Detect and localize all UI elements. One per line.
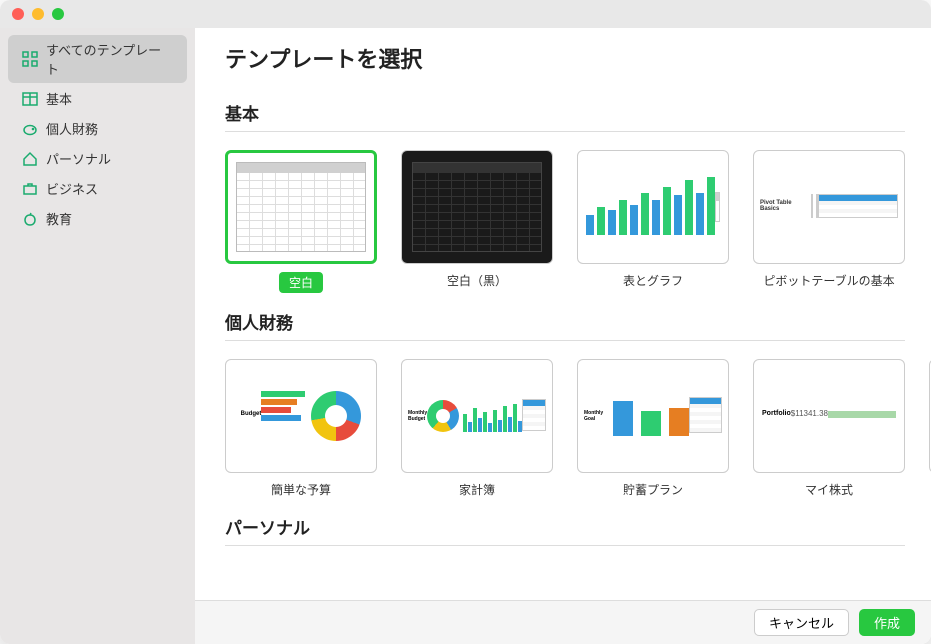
cancel-button[interactable]: キャンセル bbox=[754, 609, 849, 636]
template-thumbnail: Budget bbox=[225, 359, 377, 473]
grid-icon bbox=[22, 51, 38, 67]
create-button[interactable]: 作成 bbox=[859, 609, 915, 636]
section-header-personal: パーソナル bbox=[225, 514, 931, 539]
template-blank-dark[interactable]: 空白（黒） bbox=[401, 150, 553, 293]
sidebar-item-label: 個人財務 bbox=[46, 119, 98, 138]
window-zoom-button[interactable] bbox=[52, 8, 64, 20]
template-pivot-basics[interactable]: Pivot Table Basics ピボットテーブルの基本 bbox=[753, 150, 905, 293]
template-simple-budget[interactable]: Budget 簡単な予算 bbox=[225, 359, 377, 498]
window-close-button[interactable] bbox=[12, 8, 24, 20]
window-body: すべてのテンプレート 基本 個人財務 パーソナル ビジネス 教育 bbox=[0, 28, 931, 644]
main-header: テンプレートを選択 bbox=[195, 28, 931, 84]
template-chooser-window: すべてのテンプレート 基本 個人財務 パーソナル ビジネス 教育 bbox=[0, 0, 931, 644]
template-label: ピボットテーブルの基本 bbox=[753, 272, 905, 289]
template-thumbnail bbox=[401, 150, 553, 264]
home-icon bbox=[22, 151, 38, 167]
sidebar-item-personal-finance[interactable]: 個人財務 bbox=[8, 114, 187, 143]
piggy-bank-icon bbox=[22, 121, 38, 137]
template-household-budget[interactable]: Monthly Budget 家計簿 bbox=[401, 359, 553, 498]
table-icon bbox=[22, 91, 38, 107]
sidebar-item-label: ビジネス bbox=[46, 179, 98, 198]
template-row: 空白 空白（黒） bbox=[225, 150, 931, 293]
apple-icon bbox=[22, 211, 38, 227]
template-label: 空白（黒） bbox=[401, 272, 553, 289]
template-thumbnail: Portfolio $11341.38 bbox=[753, 359, 905, 473]
divider bbox=[225, 545, 905, 546]
template-label: 空白 bbox=[279, 272, 323, 293]
section-header-personal-finance: 個人財務 bbox=[225, 309, 931, 334]
footer: キャンセル 作成 bbox=[195, 600, 931, 644]
sidebar-item-label: 基本 bbox=[46, 89, 72, 108]
sidebar-item-business[interactable]: ビジネス bbox=[8, 174, 187, 203]
section-header-basic: 基本 bbox=[225, 100, 931, 125]
template-my-stocks[interactable]: Portfolio $11341.38 マイ株式 bbox=[753, 359, 905, 498]
sidebar-item-label: 教育 bbox=[46, 209, 72, 228]
template-row: Budget 簡単な予算 bbox=[225, 359, 931, 498]
template-scroll-area[interactable]: 基本 空白 空白（黒） bbox=[195, 84, 931, 600]
template-thumbnail: Pivot Table Basics bbox=[753, 150, 905, 264]
template-thumbnail: Monthly Budget bbox=[401, 359, 553, 473]
template-label: 貯蓄プラン bbox=[577, 481, 729, 498]
sidebar-item-label: パーソナル bbox=[46, 149, 111, 168]
window-minimize-button[interactable] bbox=[32, 8, 44, 20]
briefcase-icon bbox=[22, 181, 38, 197]
template-savings-plan[interactable]: Monthly Goal 貯蓄プラン bbox=[577, 359, 729, 498]
template-thumbnail bbox=[577, 150, 729, 264]
sidebar-item-personal[interactable]: パーソナル bbox=[8, 144, 187, 173]
divider bbox=[225, 340, 905, 341]
template-thumbnail: Monthly Goal bbox=[577, 359, 729, 473]
template-blank[interactable]: 空白 bbox=[225, 150, 377, 293]
sidebar-item-basic[interactable]: 基本 bbox=[8, 84, 187, 113]
sidebar: すべてのテンプレート 基本 個人財務 パーソナル ビジネス 教育 bbox=[0, 28, 195, 644]
template-label: 簡単な予算 bbox=[225, 481, 377, 498]
divider bbox=[225, 131, 905, 132]
titlebar bbox=[0, 0, 931, 28]
template-label: マイ株式 bbox=[753, 481, 905, 498]
main-panel: テンプレートを選択 基本 空白 空 bbox=[195, 28, 931, 644]
template-label: 表とグラフ bbox=[577, 272, 729, 289]
template-thumbnail bbox=[225, 150, 377, 264]
sidebar-item-education[interactable]: 教育 bbox=[8, 204, 187, 233]
template-label: 家計簿 bbox=[401, 481, 553, 498]
page-title: テンプレートを選択 bbox=[225, 42, 931, 74]
sidebar-item-label: すべてのテンプレート bbox=[46, 40, 173, 78]
template-charting-basics[interactable]: 表とグラフ bbox=[577, 150, 729, 293]
sidebar-item-all-templates[interactable]: すべてのテンプレート bbox=[8, 35, 187, 83]
